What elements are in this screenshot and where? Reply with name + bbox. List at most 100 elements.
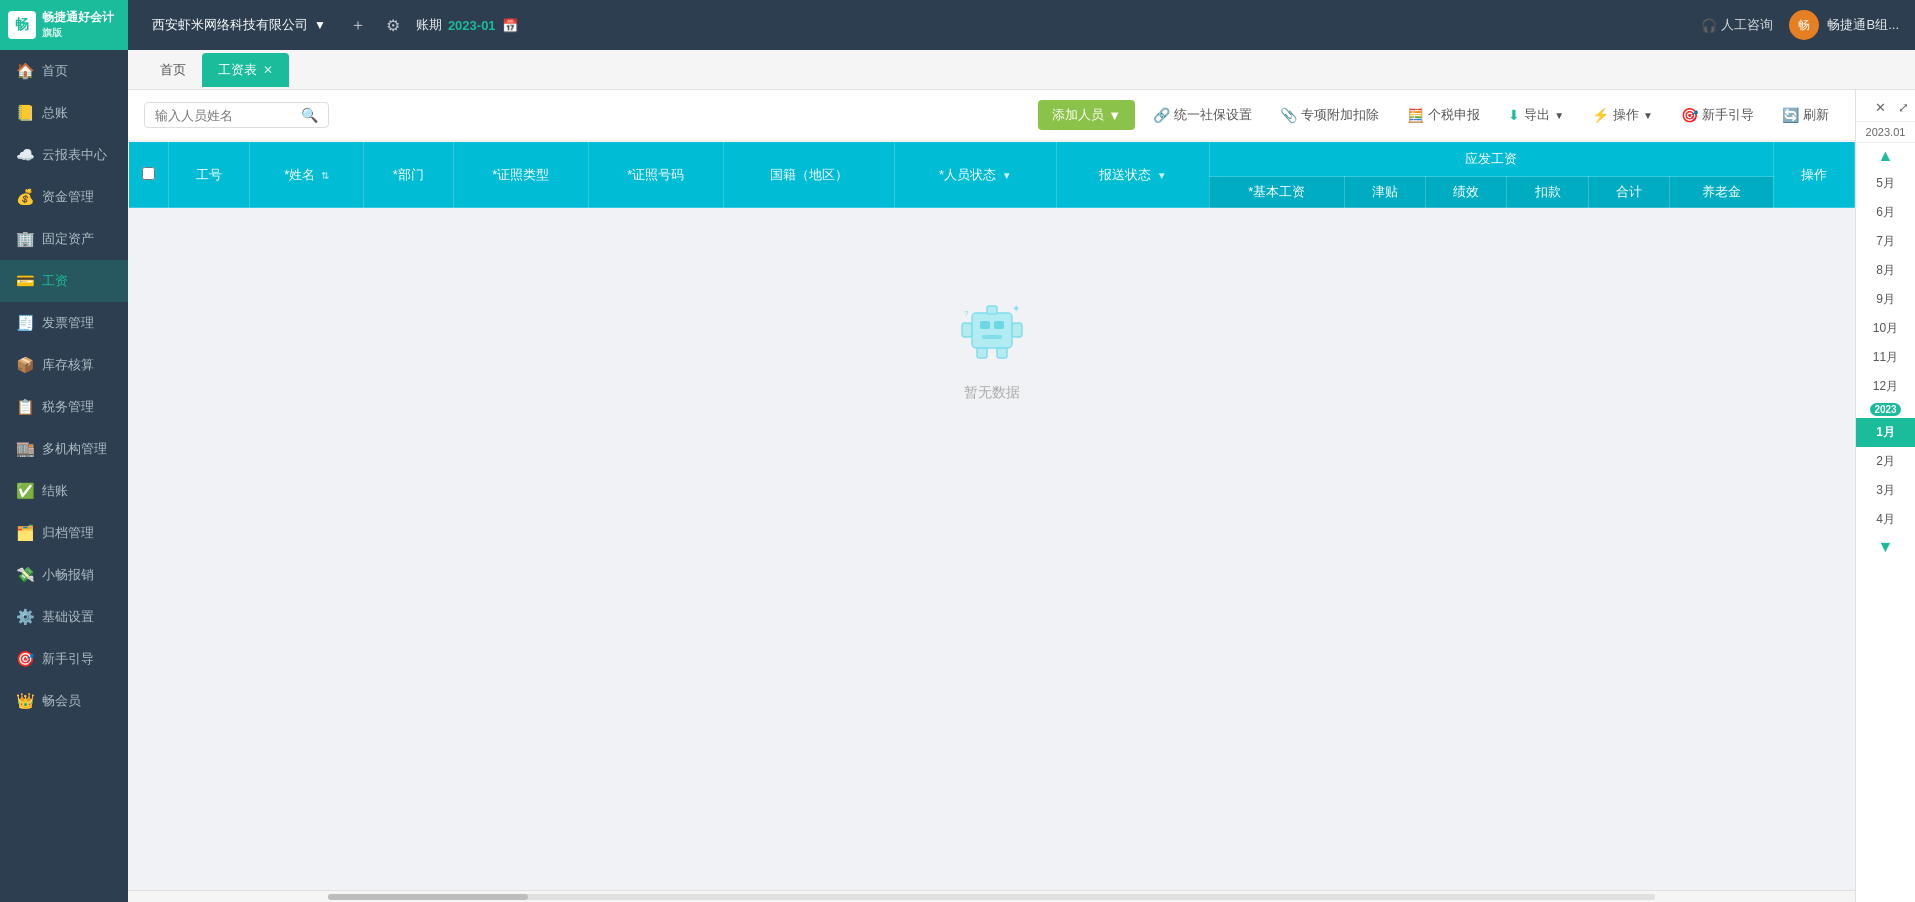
settings-button[interactable]: ⚙ <box>382 12 404 39</box>
cal-month-2[interactable]: 2月 <box>1856 447 1915 476</box>
add-person-dropdown-icon: ▼ <box>1108 108 1121 123</box>
payroll-icon: 💳 <box>16 272 34 290</box>
scrollbar-thumb[interactable] <box>328 894 528 900</box>
avatar: 畅 <box>1789 10 1819 40</box>
cal-month-7[interactable]: 7月 <box>1856 227 1915 256</box>
select-all-checkbox[interactable] <box>142 167 155 180</box>
search-input[interactable] <box>155 108 295 123</box>
svg-rect-8 <box>997 348 1007 358</box>
sidebar-item-inventory[interactable]: 📦 库存核算 <box>0 344 128 386</box>
cal-month-4[interactable]: 4月 <box>1856 505 1915 534</box>
sidebar-item-invoice[interactable]: 🧾 发票管理 <box>0 302 128 344</box>
calendar-icon[interactable]: 📅 <box>502 18 518 33</box>
th-allowance: 津贴 <box>1344 177 1425 208</box>
cal-month-6[interactable]: 6月 <box>1856 198 1915 227</box>
sidebar-item-archive[interactable]: 🗂️ 归档管理 <box>0 512 128 554</box>
tab-close-icon[interactable]: ✕ <box>263 63 273 77</box>
empty-state: ✦ ? 暂无数据 <box>128 208 1855 482</box>
sidebar-item-label: 归档管理 <box>42 524 94 542</box>
cal-month-9[interactable]: 9月 <box>1856 285 1915 314</box>
tab-payroll-label: 工资表 <box>218 61 257 79</box>
th-nationality: 国籍（地区） <box>723 142 894 208</box>
tab-home[interactable]: 首页 <box>144 53 202 87</box>
svg-text:?: ? <box>964 309 969 318</box>
sidebar-item-home[interactable]: 🏠 首页 <box>0 50 128 92</box>
special-deduction-btn[interactable]: 📎 专项附加扣除 <box>1270 100 1389 130</box>
th-payable: 应发工资 <box>1209 142 1773 177</box>
th-id-type: *证照类型 <box>453 142 588 208</box>
add-person-label: 添加人员 <box>1052 106 1104 124</box>
svg-rect-3 <box>982 335 1002 339</box>
sidebar-item-ledger[interactable]: 📒 总账 <box>0 92 128 134</box>
settings-icon: ⚙️ <box>16 608 34 626</box>
operation-icon: ⚡ <box>1592 107 1609 123</box>
company-selector[interactable]: 西安虾米网络科技有限公司 ▼ <box>144 12 334 38</box>
add-person-button[interactable]: 添加人员 ▼ <box>1038 100 1135 130</box>
inventory-icon: 📦 <box>16 356 34 374</box>
service-label: 人工咨询 <box>1721 16 1773 34</box>
cal-next-button[interactable]: ▼ <box>1856 534 1915 560</box>
sidebar-item-settings[interactable]: ⚙️ 基础设置 <box>0 596 128 638</box>
add-company-button[interactable]: ＋ <box>346 11 370 40</box>
cal-month-10[interactable]: 10月 <box>1856 314 1915 343</box>
service-button[interactable]: 🎧 人工咨询 <box>1701 16 1773 34</box>
tax-report-btn[interactable]: 🧮 个税申报 <box>1397 100 1490 130</box>
sidebar-item-close-account[interactable]: ✅ 结账 <box>0 470 128 512</box>
operation-btn[interactable]: ⚡ 操作 ▼ <box>1582 100 1663 130</box>
sort-name-icon[interactable]: ⇅ <box>321 170 329 181</box>
guide-icon: 🎯 <box>16 650 34 668</box>
refresh-btn[interactable]: 🔄 刷新 <box>1772 100 1839 130</box>
svg-rect-6 <box>1012 323 1022 337</box>
sidebar-item-label: 资金管理 <box>42 188 94 206</box>
cal-month-1[interactable]: 1月 <box>1856 418 1915 447</box>
sidebar-item-member[interactable]: 👑 畅会员 <box>0 680 128 722</box>
member-icon: 👑 <box>16 692 34 710</box>
social-icon: 🔗 <box>1153 107 1170 123</box>
sidebar-item-label: 库存核算 <box>42 356 94 374</box>
sidebar-item-label: 云报表中心 <box>42 146 107 164</box>
app-name: 畅捷通好会计 <box>42 10 114 26</box>
empty-text: 暂无数据 <box>964 384 1020 402</box>
filter-report-icon[interactable]: ▼ <box>1157 170 1167 181</box>
export-btn[interactable]: ⬇ 导出 ▼ <box>1498 100 1574 130</box>
sidebar-item-label: 基础设置 <box>42 608 94 626</box>
cal-month-3[interactable]: 3月 <box>1856 476 1915 505</box>
home-icon: 🏠 <box>16 62 34 80</box>
sidebar-item-payroll[interactable]: 💳 工资 <box>0 260 128 302</box>
close-account-icon: ✅ <box>16 482 34 500</box>
guide-btn[interactable]: 🎯 新手引导 <box>1671 100 1764 130</box>
sidebar-item-guide[interactable]: 🎯 新手引导 <box>0 638 128 680</box>
horizontal-scrollbar[interactable] <box>128 890 1855 902</box>
sidebar-item-label: 首页 <box>42 62 68 80</box>
cal-month-5[interactable]: 5月 <box>1856 169 1915 198</box>
tabbar: 首页 工资表 ✕ <box>128 50 1915 90</box>
sidebar-item-fund[interactable]: 💰 资金管理 <box>0 176 128 218</box>
sidebar-item-label: 多机构管理 <box>42 440 107 458</box>
cal-prev-button[interactable]: ▲ <box>1856 143 1915 169</box>
tab-payroll[interactable]: 工资表 ✕ <box>202 53 289 87</box>
tab-home-label: 首页 <box>160 62 186 77</box>
th-report-status: 报送状态 ▼ <box>1056 142 1209 208</box>
invoice-icon: 🧾 <box>16 314 34 332</box>
refresh-icon: 🔄 <box>1782 107 1799 123</box>
th-id-number: *证照号码 <box>588 142 723 208</box>
th-checkbox[interactable] <box>129 142 169 208</box>
cal-month-12[interactable]: 12月 <box>1856 372 1915 401</box>
sidebar-item-fixed-assets[interactable]: 🏢 固定资产 <box>0 218 128 260</box>
svg-rect-7 <box>977 348 987 358</box>
cal-expand-button[interactable]: ⤢ <box>1892 96 1915 119</box>
search-icon[interactable]: 🔍 <box>301 107 318 123</box>
operation-label: 操作 <box>1613 106 1639 124</box>
sidebar-item-label: 税务管理 <box>42 398 94 416</box>
cal-month-8[interactable]: 8月 <box>1856 256 1915 285</box>
sidebar-item-cloud-report[interactable]: ☁️ 云报表中心 <box>0 134 128 176</box>
sidebar-item-tax[interactable]: 📋 税务管理 <box>0 386 128 428</box>
sidebar-item-expense[interactable]: 💸 小畅报销 <box>0 554 128 596</box>
sidebar-item-multi-org[interactable]: 🏬 多机构管理 <box>0 428 128 470</box>
cal-month-11[interactable]: 11月 <box>1856 343 1915 372</box>
social-security-btn[interactable]: 🔗 统一社保设置 <box>1143 100 1262 130</box>
filter-status-icon[interactable]: ▼ <box>1002 170 1012 181</box>
account-period-label: 账期 <box>416 16 442 34</box>
th-name: *姓名 ⇅ <box>250 142 364 208</box>
cal-close-button[interactable]: ✕ <box>1869 96 1892 119</box>
